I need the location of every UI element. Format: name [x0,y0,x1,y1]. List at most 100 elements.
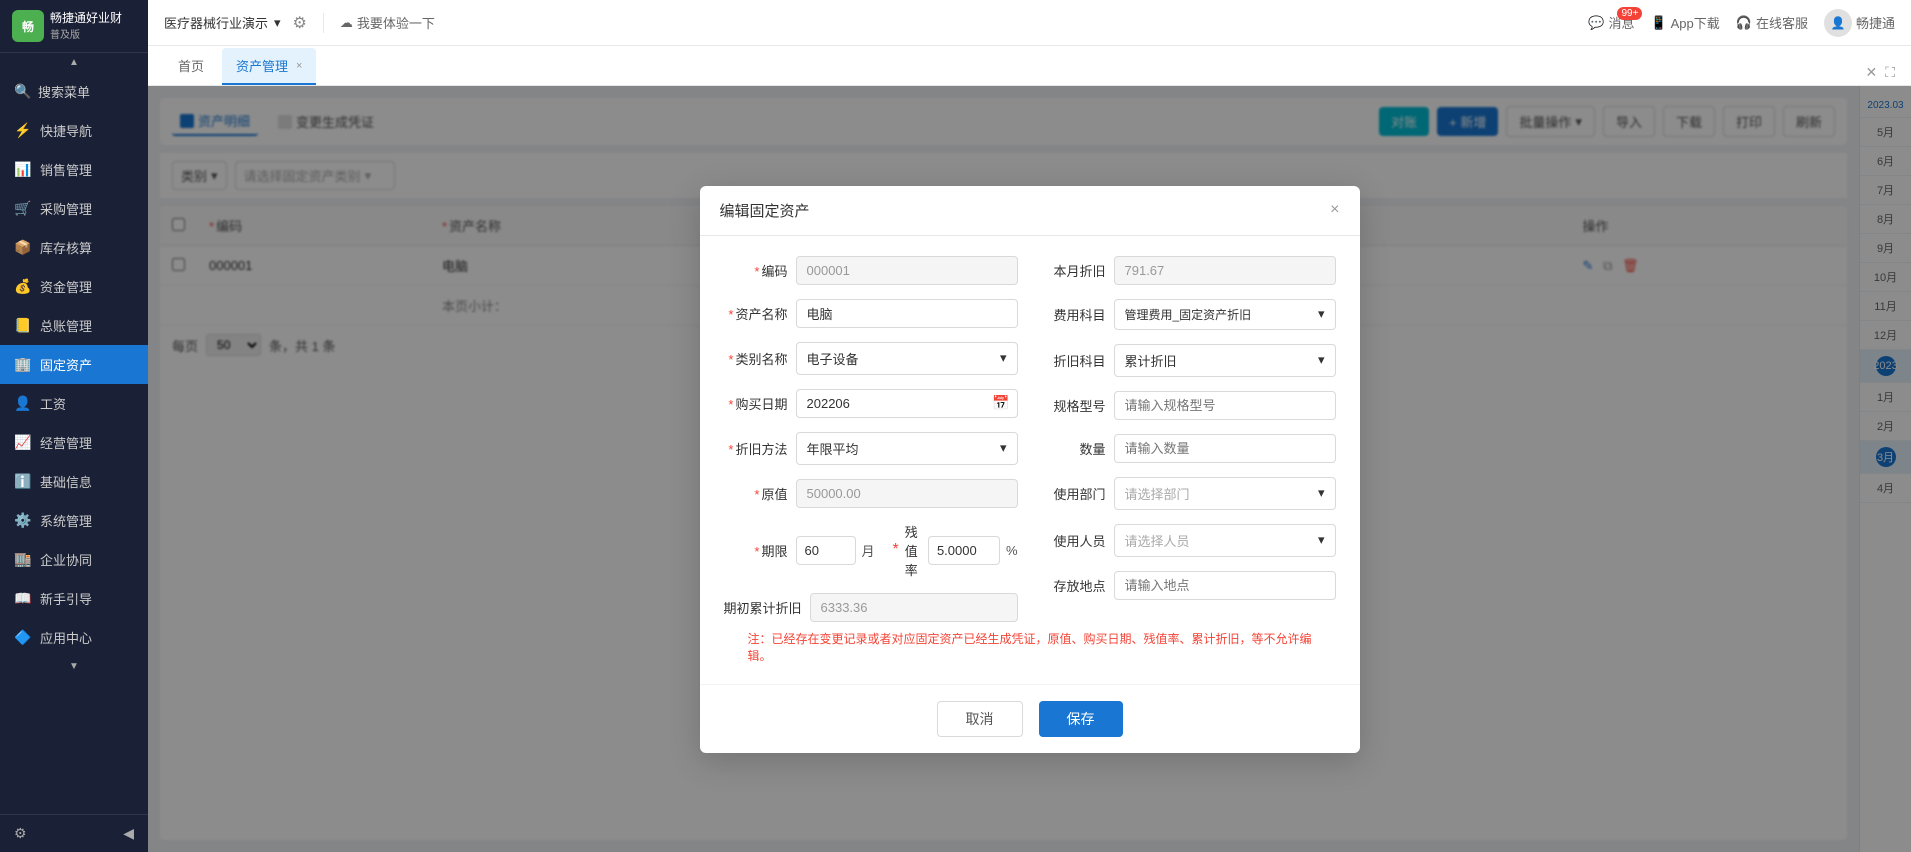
try-experience[interactable]: ☁ 我要体验一下 [340,13,435,32]
expense-subject-select[interactable]: 管理费用_固定资产折旧 ▾ [1114,299,1336,330]
dep-subject-select[interactable]: 累计折旧 ▾ [1114,344,1336,377]
sidebar-item-search[interactable]: 🔍 搜索菜单 [0,72,148,111]
category-select[interactable]: 电子设备 ▾ [796,342,1018,375]
inventory-icon: 📦 [14,239,32,256]
category-value: 电子设备 [807,349,859,368]
code-input[interactable] [796,256,1018,285]
sidebar-item-system[interactable]: ⚙️ 系统管理 [0,501,148,540]
period-row: 月 * 残值率 % [796,522,1018,579]
modal-footer: 取消 保存 [700,684,1360,753]
modal-title: 编辑固定资产 [720,200,810,221]
sales-icon: 📊 [14,161,32,178]
save-button[interactable]: 保存 [1039,701,1123,737]
form-row-accumulated-dep: 期初累计折旧 [724,593,1018,622]
chevron-down-icon: ▾ [1318,532,1325,548]
sidebar-item-ledger[interactable]: 📒 总账管理 [0,306,148,345]
sidebar-search-label: 搜索菜单 [38,82,90,101]
original-value-input[interactable] [796,479,1018,508]
form-row-name: *资产名称 [724,299,1018,328]
dept-select[interactable]: 请选择部门 ▾ [1114,477,1336,510]
tab-asset-management[interactable]: 资产管理 × [222,48,316,85]
sidebar-item-label: 快捷导航 [40,121,92,140]
collapse-icon[interactable]: ◀ [123,825,134,842]
settings-icon-topbar[interactable]: ⚙ [293,13,307,33]
tab-home[interactable]: 首页 [164,48,218,85]
online-service-btn[interactable]: 🎧 在线客服 [1736,13,1808,32]
chevron-down-icon: ▾ [1000,440,1007,456]
tab-asset-label: 资产管理 [236,56,288,75]
window-close-icon[interactable]: ✕ [1865,64,1877,81]
payroll-icon: 👤 [14,395,32,412]
app-logo-icon: 畅 [12,10,44,42]
app-edition: 普及版 [50,26,122,41]
quicknav-icon: ⚡ [14,122,32,139]
form-col-left: *编码 *资产名称 [724,256,1018,622]
topbar-right: 💬 消息 99+ 📱 App下载 🎧 在线客服 👤 畅捷通 [1588,9,1895,37]
modal-body: *编码 *资产名称 [700,236,1360,684]
modal-note: 注：已经存在变更记录或者对应固定资产已经生成凭证，原值、购买日期、残值率、累计折… [724,622,1336,664]
form-col-right: 本月折旧 费用科目 管理费用_固定资产折旧 [1042,256,1336,622]
settings-icon[interactable]: ⚙ [14,825,27,842]
form-row-original-value: *原值 [724,479,1018,508]
sidebar: 畅 畅捷通好业财 普及版 ▲ 🔍 搜索菜单 ⚡ 快捷导航 📊 销售管理 🛒 采购… [0,0,148,852]
quantity-label: 数量 [1042,439,1106,458]
sidebar-scroll-up[interactable]: ▲ [0,53,148,72]
window-controls: ✕ ⛶ [1865,64,1895,85]
sidebar-item-quicknav[interactable]: ⚡ 快捷导航 [0,111,148,150]
sidebar-item-guide[interactable]: 📖 新手引导 [0,579,148,618]
purchase-date-input[interactable] [796,389,1018,418]
topbar-divider [323,13,324,33]
sidebar-logo: 畅 畅捷通好业财 普及版 [0,0,148,53]
message-btn[interactable]: 💬 消息 99+ [1588,13,1634,32]
cancel-button[interactable]: 取消 [937,701,1023,737]
company-selector[interactable]: 医疗器械行业演示 ▾ [164,13,281,32]
period-unit: 月 [862,541,875,560]
accumulated-dep-input[interactable] [810,593,1018,622]
cloud-icon: ☁ [340,15,353,31]
sidebar-item-operations[interactable]: 📈 经营管理 [0,423,148,462]
basic-info-icon: ℹ️ [14,473,32,490]
form-row-dep-method: *折旧方法 年限平均 ▾ [724,432,1018,465]
sidebar-item-label: 库存核算 [40,238,92,257]
category-label-form: *类别名称 [724,349,788,368]
sidebar-item-inventory[interactable]: 📦 库存核算 [0,228,148,267]
system-icon: ⚙️ [14,512,32,529]
user-profile[interactable]: 👤 畅捷通 [1824,9,1895,37]
sidebar-item-funds[interactable]: 💰 资金管理 [0,267,148,306]
user-label: 使用人员 [1042,531,1106,550]
sidebar-item-sales[interactable]: 📊 销售管理 [0,150,148,189]
spec-input[interactable] [1114,391,1336,420]
sidebar-item-fixed-assets[interactable]: 🏢 固定资产 [0,345,148,384]
tab-close-icon[interactable]: × [296,60,302,72]
form-row-location: 存放地点 [1042,571,1336,600]
form-row-category: *类别名称 电子设备 ▾ [724,342,1018,375]
expense-subject-label: 费用科目 [1042,305,1106,324]
sidebar-item-enterprise[interactable]: 🏬 企业协同 [0,540,148,579]
modal-overlay: 编辑固定资产 × *编码 [148,86,1911,852]
dep-subject-label: 折旧科目 [1042,351,1106,370]
quantity-input[interactable] [1114,434,1336,463]
online-service-label: 在线客服 [1756,13,1808,32]
sidebar-item-basic-info[interactable]: ℹ️ 基础信息 [0,462,148,501]
sidebar-item-label: 固定资产 [40,355,92,374]
sidebar-item-purchase[interactable]: 🛒 采购管理 [0,189,148,228]
name-input[interactable] [796,299,1018,328]
purchase-date-picker[interactable]: 📅 [796,389,1018,418]
user-select[interactable]: 请选择人员 ▾ [1114,524,1336,557]
sidebar-item-app-center[interactable]: 🔷 应用中心 [0,618,148,657]
sidebar-item-label: 经营管理 [40,433,92,452]
chevron-down-icon: ▾ [1318,485,1325,501]
chevron-down-icon: ▾ [1318,306,1325,322]
modal-close-btn[interactable]: × [1330,201,1339,219]
dep-method-value: 年限平均 [807,439,859,458]
location-input[interactable] [1114,571,1336,600]
app-download-btn[interactable]: 📱 App下载 [1650,13,1719,32]
period-input[interactable] [796,536,856,565]
ledger-icon: 📒 [14,317,32,334]
dep-method-select[interactable]: 年限平均 ▾ [796,432,1018,465]
sidebar-scroll-down[interactable]: ▼ [0,657,148,676]
residual-input[interactable] [928,536,1000,565]
window-expand-icon[interactable]: ⛶ [1885,64,1895,81]
sidebar-item-label: 总账管理 [40,316,92,335]
sidebar-item-payroll[interactable]: 👤 工资 [0,384,148,423]
